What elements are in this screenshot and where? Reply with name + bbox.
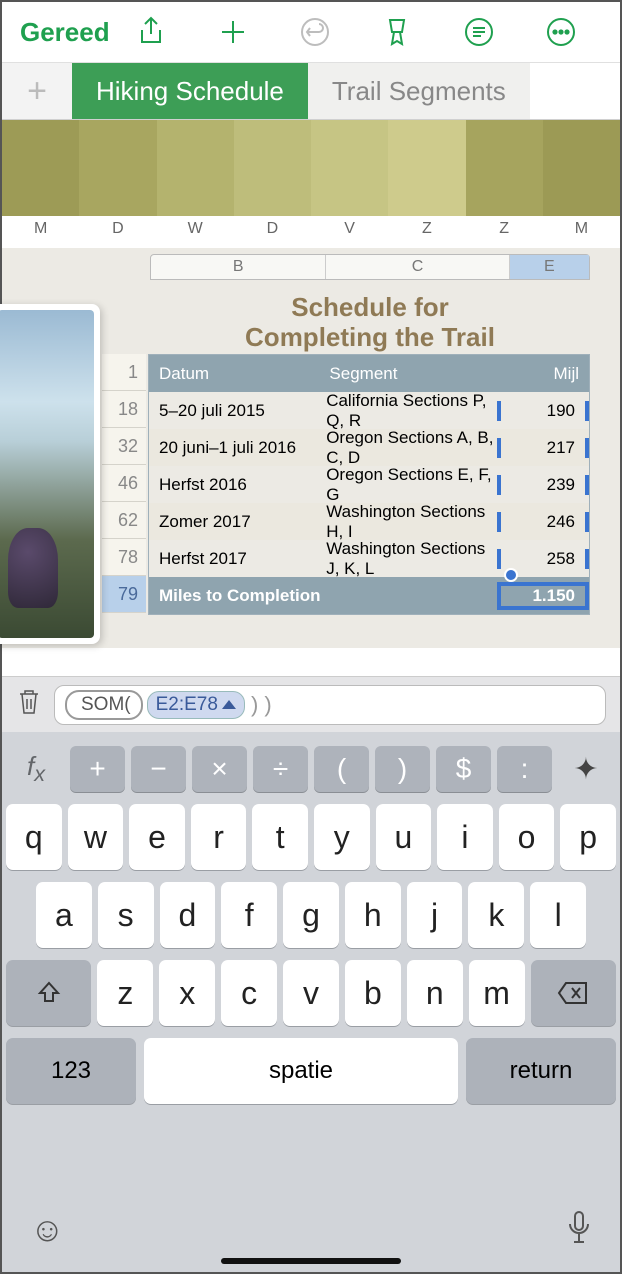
key-h[interactable]: h [345, 882, 401, 948]
col-header-e[interactable]: E [510, 255, 589, 279]
key-y[interactable]: y [314, 804, 370, 870]
key-s[interactable]: s [98, 882, 154, 948]
formula-bar: SOM( E2:E78 ) ) [2, 676, 620, 732]
table-title: Schedule forCompleting the Trail [152, 292, 588, 352]
key-t[interactable]: t [252, 804, 308, 870]
photo-image [0, 310, 94, 638]
key-j[interactable]: j [407, 882, 463, 948]
key-c[interactable]: c [221, 960, 277, 1026]
space-key[interactable]: spatie [144, 1038, 458, 1104]
op-divide[interactable]: ÷ [253, 746, 308, 792]
key-o[interactable]: o [499, 804, 555, 870]
total-cell: 1.150 [497, 582, 589, 610]
key-k[interactable]: k [468, 882, 524, 948]
return-key[interactable]: return [466, 1038, 616, 1104]
selection-handle[interactable] [504, 568, 518, 582]
col-header-b[interactable]: B [151, 255, 326, 279]
sheet-tabs: + Hiking Schedule Trail Segments [2, 62, 620, 120]
chevron-up-icon [222, 700, 236, 709]
table-header-row: DatumSegmentMijl [149, 355, 589, 392]
function-token[interactable]: SOM( [65, 690, 143, 720]
col-header-c[interactable]: C [326, 255, 509, 279]
key-w[interactable]: w [68, 804, 124, 870]
done-button[interactable]: Gereed [20, 17, 110, 48]
op-plus[interactable]: + [70, 746, 125, 792]
backspace-key[interactable] [531, 960, 616, 1026]
close-paren: ) ) [251, 692, 272, 718]
key-f[interactable]: f [221, 882, 277, 948]
fx-button[interactable]: fx [8, 751, 64, 787]
key-n[interactable]: n [407, 960, 463, 1026]
op-minus[interactable]: − [131, 746, 186, 792]
op-lparen[interactable]: ( [314, 746, 369, 792]
table-row[interactable]: Zomer 2017Washington Sections H, I246 [149, 503, 589, 540]
toolbar: Gereed [2, 2, 620, 62]
tab-trail-segments[interactable]: Trail Segments [308, 63, 530, 119]
key-u[interactable]: u [376, 804, 432, 870]
key-q[interactable]: q [6, 804, 62, 870]
table-row[interactable]: 20 juni–1 juli 2016Oregon Sections A, B,… [149, 429, 589, 466]
op-rparen[interactable]: ) [375, 746, 430, 792]
formula-input[interactable]: SOM( E2:E78 ) ) [54, 685, 606, 725]
tab-hiking-schedule[interactable]: Hiking Schedule [72, 63, 308, 119]
numbers-key[interactable]: 123 [6, 1038, 136, 1104]
add-sheet-button[interactable]: + [2, 63, 72, 119]
key-p[interactable]: p [560, 804, 616, 870]
key-a[interactable]: a [36, 882, 92, 948]
row-headers[interactable]: 1183246627879 [102, 354, 146, 613]
key-m[interactable]: m [469, 960, 525, 1026]
key-i[interactable]: i [437, 804, 493, 870]
add-icon[interactable] [211, 10, 255, 54]
dictation-key[interactable] [566, 1210, 592, 1251]
format-brush-icon[interactable] [375, 10, 419, 54]
key-l[interactable]: l [530, 882, 586, 948]
home-indicator [221, 1258, 401, 1264]
photo-card[interactable] [0, 304, 100, 644]
weekday-row: MDWDVZZM [2, 216, 620, 248]
op-multiply[interactable]: × [192, 746, 247, 792]
table-row[interactable]: Herfst 2017Washington Sections J, K, L25… [149, 540, 589, 577]
bolt-icon[interactable]: ✦ [558, 752, 614, 787]
keyboard: fx + − × ÷ ( ) $ : ✦ qwertyuiop asdfghjk… [2, 732, 620, 1272]
key-e[interactable]: e [129, 804, 185, 870]
key-v[interactable]: v [283, 960, 339, 1026]
op-dollar[interactable]: $ [436, 746, 491, 792]
key-x[interactable]: x [159, 960, 215, 1026]
key-r[interactable]: r [191, 804, 247, 870]
shift-key[interactable] [6, 960, 91, 1026]
calendar-color-strip [2, 120, 620, 216]
key-b[interactable]: b [345, 960, 401, 1026]
delete-formula-button[interactable] [16, 687, 42, 722]
share-icon[interactable] [129, 10, 173, 54]
table-total-row[interactable]: Miles to Completion1.150 [149, 577, 589, 614]
table-row[interactable]: Herfst 2016Oregon Sections E, F, G239 [149, 466, 589, 503]
key-z[interactable]: z [97, 960, 153, 1026]
list-icon[interactable] [457, 10, 501, 54]
key-g[interactable]: g [283, 882, 339, 948]
more-icon[interactable] [539, 10, 583, 54]
data-table[interactable]: DatumSegmentMijl 5–20 juli 2015Californi… [148, 354, 590, 615]
range-token[interactable]: E2:E78 [147, 691, 245, 719]
column-headers[interactable]: B C E [150, 254, 590, 280]
undo-icon [293, 10, 337, 54]
emoji-key[interactable]: ☺ [30, 1211, 65, 1250]
table-row[interactable]: 5–20 juli 2015California Sections P, Q, … [149, 392, 589, 429]
key-d[interactable]: d [160, 882, 216, 948]
op-colon[interactable]: : [497, 746, 552, 792]
